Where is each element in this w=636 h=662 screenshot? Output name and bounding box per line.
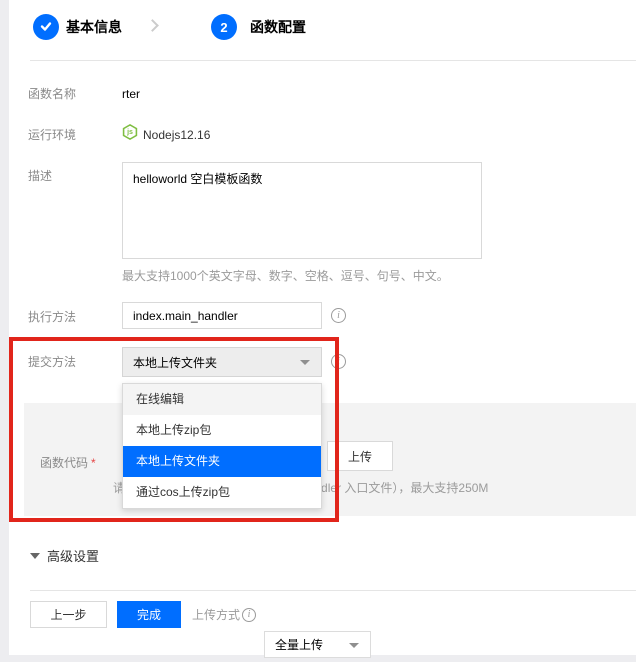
nodejs-icon: js (122, 124, 138, 140)
step1-label: 基本信息 (66, 17, 122, 37)
handler-input[interactable] (122, 302, 322, 329)
dropdown-option-local-folder[interactable]: 本地上传文件夹 (123, 446, 321, 477)
caret-down-icon (300, 360, 310, 365)
step-arrow-icon (146, 19, 159, 32)
submit-method-dropdown: 在线编辑 本地上传zip包 本地上传文件夹 通过cos上传zip包 (122, 383, 322, 509)
caret-down-icon (349, 643, 359, 648)
check-icon (39, 19, 53, 36)
advanced-settings-toggle[interactable]: 高级设置 (30, 546, 99, 565)
upload-button[interactable]: 上传 (327, 441, 393, 471)
function-code-label: 函数代码* (40, 455, 96, 471)
submit-method-info-icon[interactable]: i (331, 354, 346, 369)
runtime-value: Nodejs12.16 (143, 127, 210, 143)
upload-mode-info-icon[interactable]: i (242, 608, 256, 622)
advanced-settings-label: 高级设置 (47, 546, 99, 565)
footer-divider (30, 590, 636, 591)
dropdown-option-cos-zip[interactable]: 通过cos上传zip包 (123, 477, 321, 508)
submit-method-value: 本地上传文件夹 (133, 354, 217, 371)
submit-method-label: 提交方法 (28, 354, 76, 370)
function-name-value: rter (122, 86, 140, 102)
step2-number: 2 (220, 20, 227, 35)
runtime-label: 运行环境 (28, 127, 76, 143)
dropdown-option-online-edit[interactable]: 在线编辑 (123, 384, 321, 415)
upload-mode-label-group: 上传方式 i (192, 607, 256, 623)
previous-step-button[interactable]: 上一步 (30, 601, 107, 628)
finish-button[interactable]: 完成 (117, 601, 181, 628)
upload-mode-select[interactable]: 全量上传 (264, 631, 371, 658)
content-panel: 基本信息 2 函数配置 函数名称 rter 运行环境 js Nodejs12.1… (9, 0, 636, 655)
upload-mode-value: 全量上传 (275, 636, 323, 653)
function-code-section: 函数代码* 上传 请选择文件夹（需包含 index.main_handler 入… (24, 403, 636, 516)
submit-method-select[interactable]: 本地上传文件夹 (122, 347, 322, 377)
description-hint: 最大支持1000个英文字母、数字、空格、逗号、句号、中文。 (122, 268, 449, 284)
required-asterisk: * (91, 456, 96, 470)
step2-circle: 2 (211, 14, 237, 40)
handler-label: 执行方法 (28, 309, 76, 325)
triangle-down-icon (30, 553, 40, 559)
handler-info-icon[interactable]: i (331, 308, 346, 323)
step1-done-circle (33, 14, 59, 40)
description-label: 描述 (28, 168, 52, 184)
step2-label: 函数配置 (250, 17, 306, 37)
function-name-label: 函数名称 (28, 86, 76, 102)
upload-mode-label: 上传方式 (192, 607, 240, 623)
dropdown-option-local-zip[interactable]: 本地上传zip包 (123, 415, 321, 446)
description-textarea[interactable]: helloworld 空白模板函数 (122, 162, 482, 259)
header-divider (30, 60, 636, 61)
